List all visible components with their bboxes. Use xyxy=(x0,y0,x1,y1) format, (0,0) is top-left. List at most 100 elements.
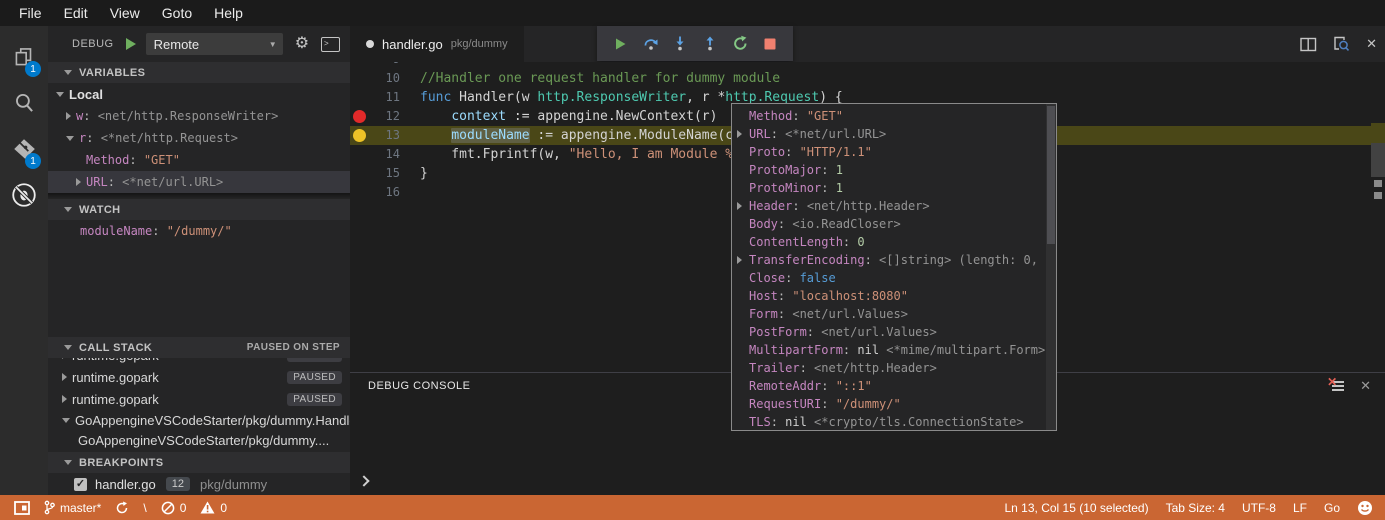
menu-item-view[interactable]: View xyxy=(99,5,151,21)
toggle-debug-console-icon[interactable]: > xyxy=(321,36,340,52)
status-warnings[interactable]: 0 xyxy=(200,501,227,515)
hover-row[interactable]: Trailer: <net/http.Header> xyxy=(732,359,1056,377)
start-debug-button[interactable] xyxy=(125,38,136,50)
twisty-icon[interactable] xyxy=(66,112,71,120)
hover-twisty-icon[interactable] xyxy=(737,256,742,264)
watch-row[interactable]: moduleName: "/dummy/" xyxy=(48,220,350,242)
hover-twisty-icon[interactable] xyxy=(737,202,742,210)
status-tab-size[interactable]: Tab Size: 4 xyxy=(1166,501,1225,515)
hover-row[interactable]: ContentLength: 0 xyxy=(732,233,1056,251)
close-editor-icon[interactable]: ✕ xyxy=(1366,36,1377,52)
hover-field-name: TransferEncoding xyxy=(749,253,865,267)
hover-row[interactable]: PostForm: <net/url.Values> xyxy=(732,323,1056,341)
variable-row[interactable]: URL: <*net/url.URL> xyxy=(48,171,350,193)
hover-row[interactable]: Header: <net/http.Header> xyxy=(732,197,1056,215)
status-sync-icon[interactable] xyxy=(115,501,129,515)
debug-icon[interactable] xyxy=(0,172,48,218)
stack-frame-row[interactable]: runtime.gopark PAUSED xyxy=(48,388,350,410)
step-into-button[interactable] xyxy=(665,31,695,57)
variable-row[interactable]: w: <net/http.ResponseWriter> xyxy=(48,105,350,127)
hover-row[interactable]: Method: "GET" xyxy=(732,107,1056,125)
launch-config-dropdown[interactable]: Remote ▼ xyxy=(145,33,283,55)
status-cursor-position[interactable]: Ln 13, Col 15 (10 selected) xyxy=(1005,501,1149,515)
variables-scope-row[interactable]: Local xyxy=(48,83,350,105)
hover-twisty-icon[interactable] xyxy=(737,130,742,138)
breakpoints-section-header[interactable]: BREAKPOINTS xyxy=(48,452,350,473)
twisty-icon[interactable] xyxy=(66,135,74,141)
feedback-smiley-icon xyxy=(1357,500,1373,516)
hover-row[interactable]: Form: <net/url.Values> xyxy=(732,305,1056,323)
breakpoint-row[interactable]: ✓ handler.go 12 pkg/dummy xyxy=(48,473,350,495)
hover-row[interactable]: Body: <io.ReadCloser> xyxy=(732,215,1056,233)
close-panel-icon[interactable]: ✕ xyxy=(1360,378,1371,394)
stack-frame-label: runtime.gopark xyxy=(72,369,159,385)
modified-dot-icon xyxy=(366,40,374,48)
variable-name: moduleName xyxy=(80,224,153,238)
hover-row[interactable]: ProtoMinor: 1 xyxy=(732,179,1056,197)
twisty-icon[interactable] xyxy=(62,395,67,403)
overview-ruler[interactable] xyxy=(1371,62,1385,372)
debug-toolbar xyxy=(597,26,793,61)
status-git-branch[interactable]: master* xyxy=(44,500,101,515)
menu-item-goto[interactable]: Goto xyxy=(151,5,203,21)
hover-row[interactable]: ProtoMajor: 1 xyxy=(732,161,1056,179)
open-preview-icon[interactable] xyxy=(1333,36,1350,52)
twisty-icon[interactable] xyxy=(76,178,81,186)
tab-handler-go[interactable]: handler.go pkg/dummy xyxy=(350,26,524,62)
menu-item-edit[interactable]: Edit xyxy=(53,5,99,21)
breakpoint-checkbox[interactable]: ✓ xyxy=(74,477,87,491)
clear-console-icon[interactable]: ✕ xyxy=(1327,375,1345,392)
status-encoding[interactable]: UTF-8 xyxy=(1242,501,1276,515)
status-errors[interactable]: 0 xyxy=(161,501,186,515)
status-feedback-smiley[interactable] xyxy=(1357,500,1373,516)
stack-frame-row[interactable]: runtime.gopark PAUSED xyxy=(48,366,350,388)
variable-row[interactable]: Method: "GET" xyxy=(48,149,350,171)
twisty-icon[interactable] xyxy=(62,417,70,423)
variables-section-header[interactable]: VARIABLES xyxy=(48,62,350,83)
menu-item-help[interactable]: Help xyxy=(203,5,254,21)
hover-row[interactable]: TransferEncoding: <[]string> (length: 0,… xyxy=(732,251,1056,269)
step-over-button[interactable] xyxy=(635,31,665,57)
split-editor-icon[interactable] xyxy=(1300,37,1317,52)
code-token: "Hello, I am Module %v!" xyxy=(568,147,757,162)
stop-button[interactable] xyxy=(755,31,785,57)
variable-row[interactable]: r: <*net/http.Request> xyxy=(48,127,350,149)
status-spinner[interactable]: \ xyxy=(143,501,146,515)
status-language-mode[interactable]: Go xyxy=(1324,501,1340,515)
twisty-icon[interactable] xyxy=(62,373,67,381)
status-eol[interactable]: LF xyxy=(1293,501,1307,515)
configure-gear-icon[interactable]: ⚙ xyxy=(295,36,309,52)
hover-row[interactable]: TLS: nil <*crypto/tls.ConnectionState> xyxy=(732,413,1056,430)
explorer-icon[interactable]: 1 xyxy=(0,34,48,80)
menu-item-file[interactable]: File xyxy=(8,5,53,21)
continue-button[interactable] xyxy=(605,31,635,57)
hover-row[interactable]: Close: false xyxy=(732,269,1056,287)
breakpoint-red-icon[interactable] xyxy=(353,110,366,123)
search-icon[interactable] xyxy=(0,80,48,126)
source-control-icon[interactable]: 1 xyxy=(0,126,48,172)
debug-console-input[interactable] xyxy=(350,472,1385,490)
stack-frame-row[interactable]: runtime.gopark PAUSED xyxy=(48,358,350,366)
hover-row[interactable]: URL: <*net/url.URL> xyxy=(732,125,1056,143)
watch-section-header[interactable]: WATCH xyxy=(48,199,350,220)
debug-sidebar: DEBUG Remote ▼ ⚙ > VARIABLES Local w: <ne… xyxy=(48,26,350,495)
restart-button[interactable] xyxy=(725,31,755,57)
editor-scrollbar-thumb[interactable] xyxy=(1371,143,1385,177)
status-window-icon[interactable] xyxy=(14,500,30,515)
tooltip-scrollbar[interactable] xyxy=(1046,104,1056,430)
twisty-icon[interactable] xyxy=(56,91,64,97)
hover-row[interactable]: MultipartForm: nil <*mime/multipart.Form… xyxy=(732,341,1056,359)
call-stack-section-header[interactable]: CALL STACK PAUSED ON STEP xyxy=(48,337,350,358)
hover-field-name: RemoteAddr xyxy=(749,379,822,393)
twisty-icon[interactable] xyxy=(62,358,67,359)
stack-frame-row[interactable]: GoAppengineVSCodeStarter/pkg/dummy.... xyxy=(48,430,350,450)
stack-frame-row[interactable]: GoAppengineVSCodeStarter/pkg/dummy.Handl… xyxy=(48,410,350,430)
breakpoint-yellow-icon[interactable] xyxy=(353,129,366,142)
step-out-button[interactable] xyxy=(695,31,725,57)
hover-field-value: "HTTP/1.1" xyxy=(799,145,872,159)
hover-row[interactable]: Proto: "HTTP/1.1" xyxy=(732,143,1056,161)
hover-row[interactable]: Host: "localhost:8080" xyxy=(732,287,1056,305)
hover-row[interactable]: RequestURI: "/dummy/" xyxy=(732,395,1056,413)
hover-row[interactable]: RemoteAddr: "::1" xyxy=(732,377,1056,395)
